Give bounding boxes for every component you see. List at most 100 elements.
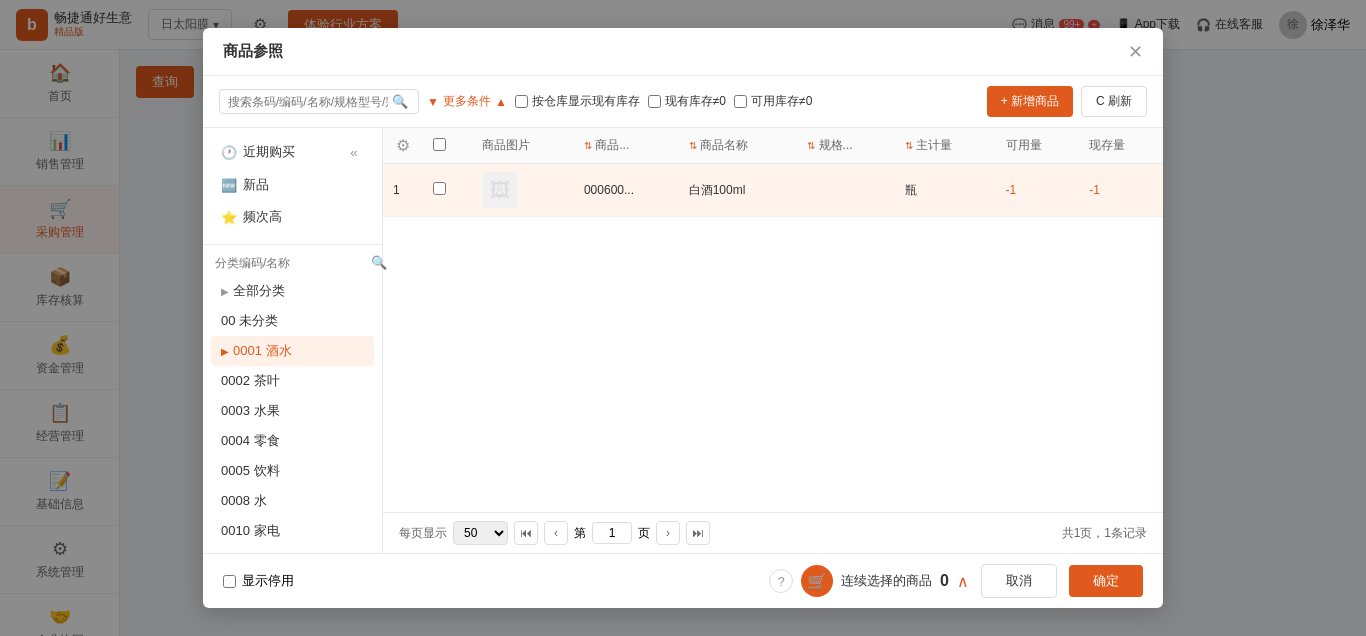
nav-item-frequent[interactable]: ⭐ 频次高 (211, 202, 374, 232)
current-stock-label: 现有库存≠0 (665, 93, 726, 110)
modal-footer: 显示停用 ? 🛒 连续选择的商品 0 ∧ 取消 确定 (203, 553, 1163, 608)
page-label: 第 (574, 525, 586, 542)
right-panel: ⚙ 商品图片 ⇅ 商品... (383, 128, 1163, 553)
page-first-button[interactable]: ⏮ (514, 521, 538, 545)
category-label-0003: 0003 水果 (221, 402, 280, 420)
col-code[interactable]: ⇅ 商品... (574, 128, 679, 164)
new-product-label: 新品 (243, 176, 269, 194)
modal-body: 🕐 近期购买 « 🆕 新品 ⭐ 频次高 🔍 (203, 128, 1163, 553)
confirm-button[interactable]: 确定 (1069, 565, 1143, 597)
available-stock-label: 可用库存≠0 (751, 93, 812, 110)
page-size-label: 每页显示 (399, 525, 447, 542)
category-label-0002: 0002 茶叶 (221, 372, 280, 390)
sort-icon-name: ⇅ (689, 140, 697, 151)
category-item-00[interactable]: 00 未分类 (211, 306, 374, 336)
category-label-0008: 0008 水 (221, 492, 267, 510)
divider (203, 244, 382, 245)
row-image-cell: 🖼 (472, 164, 574, 217)
show-disabled-label: 显示停用 (242, 572, 294, 590)
category-label-0001: 0001 酒水 (233, 342, 292, 360)
table-container[interactable]: ⚙ 商品图片 ⇅ 商品... (383, 128, 1163, 512)
category-label-0005: 0005 饮料 (221, 462, 280, 480)
show-disabled-checkbox-label[interactable]: 显示停用 (223, 572, 294, 590)
add-product-button[interactable]: + 新增商品 (987, 86, 1073, 117)
page-last-button[interactable]: ⏭ (686, 521, 710, 545)
show-disabled-checkbox[interactable] (223, 575, 236, 588)
warehouse-stock-checkbox[interactable] (515, 95, 528, 108)
col-spec[interactable]: ⇅ 规格... (797, 128, 895, 164)
footer-cart: ? 🛒 连续选择的商品 0 ∧ (769, 565, 969, 597)
recent-icon: 🕐 (221, 145, 237, 160)
category-item-0003[interactable]: 0003 水果 (211, 396, 374, 426)
refresh-button[interactable]: C 刷新 (1081, 86, 1147, 117)
modal-toolbar: 🔍 ▼ 更多条件 ▲ 按仓库显示现有库存 现有库存≠0 可用库存≠0 + 新增商… (203, 76, 1163, 128)
nav-item-new[interactable]: 🆕 新品 (211, 170, 374, 200)
page-input[interactable] (592, 522, 632, 544)
product-reference-modal: 商品参照 ✕ 🔍 ▼ 更多条件 ▲ 按仓库显示现有库存 现有库存≠0 (203, 28, 1163, 608)
category-item-0002[interactable]: 0002 茶叶 (211, 366, 374, 396)
page-prev-button[interactable]: ‹ (544, 521, 568, 545)
col-code-label: 商品... (595, 138, 629, 152)
left-panel-nav: 🕐 近期购买 « 🆕 新品 ⭐ 频次高 (203, 136, 382, 232)
category-search-input[interactable] (215, 256, 365, 270)
checkbox-available-stock[interactable]: 可用库存≠0 (734, 93, 812, 110)
category-item-0001[interactable]: ▶ 0001 酒水 (211, 336, 374, 366)
category-label-0010: 0010 家电 (221, 522, 280, 540)
cancel-button[interactable]: 取消 (981, 564, 1057, 598)
page-size-select[interactable]: 50 100 (453, 521, 508, 545)
col-name[interactable]: ⇅ 商品名称 (679, 128, 798, 164)
checkbox-warehouse-stock[interactable]: 按仓库显示现有库存 (515, 93, 640, 110)
category-item-0004[interactable]: 0004 零食 (211, 426, 374, 456)
table-row[interactable]: 1 🖼 000600... 白酒100ml (383, 164, 1163, 217)
category-list: ▶ 全部分类 00 未分类 ▶ 0001 酒水 0002 茶叶 0003 水果 (203, 276, 382, 545)
available-stock-checkbox[interactable] (734, 95, 747, 108)
category-item-all[interactable]: ▶ 全部分类 (211, 276, 374, 306)
row-code: 000600... (574, 164, 679, 217)
category-search-box: 🔍 (203, 249, 382, 276)
row-unit: 瓶 (895, 164, 996, 217)
filter-icon: ▼ (427, 95, 439, 109)
category-label-all: 全部分类 (233, 282, 285, 300)
category-arrow-all: ▶ (221, 286, 229, 297)
help-icon[interactable]: ? (769, 569, 793, 593)
collapse-left-button[interactable]: « (344, 142, 364, 162)
new-product-icon: 🆕 (221, 178, 237, 193)
category-item-0010[interactable]: 0010 家电 (211, 516, 374, 545)
modal-overlay: 商品参照 ✕ 🔍 ▼ 更多条件 ▲ 按仓库显示现有库存 现有库存≠0 (0, 0, 1366, 636)
select-all-checkbox[interactable] (433, 138, 446, 151)
page-next-button[interactable]: › (656, 521, 680, 545)
checkbox-current-stock[interactable]: 现有库存≠0 (648, 93, 726, 110)
category-label-0004: 0004 零食 (221, 432, 280, 450)
filter-chevron-icon: ▲ (495, 95, 507, 109)
col-image: 商品图片 (472, 128, 574, 164)
current-stock-checkbox[interactable] (648, 95, 661, 108)
col-available-label: 可用量 (1006, 138, 1042, 152)
search-input[interactable] (228, 95, 388, 109)
nav-item-recent[interactable]: 🕐 近期购买 « (211, 136, 374, 168)
category-item-0008[interactable]: 0008 水 (211, 486, 374, 516)
row-available: -1 (996, 164, 1080, 217)
row-checkbox[interactable] (433, 182, 446, 195)
collapse-footer-icon[interactable]: ∧ (957, 572, 969, 591)
col-available: 可用量 (996, 128, 1080, 164)
table-settings-icon[interactable]: ⚙ (396, 137, 410, 154)
cart-icon[interactable]: 🛒 (801, 565, 833, 597)
modal-close-button[interactable]: ✕ (1128, 43, 1143, 61)
sort-icon-spec: ⇅ (807, 140, 815, 151)
filter-button[interactable]: ▼ 更多条件 ▲ (427, 93, 507, 110)
row-index: 1 (383, 164, 423, 217)
category-arrow-0001: ▶ (221, 346, 229, 357)
modal-header: 商品参照 ✕ (203, 28, 1163, 76)
category-label-00: 00 未分类 (221, 312, 278, 330)
cart-text: 连续选择的商品 (841, 572, 932, 590)
frequent-label: 频次高 (243, 208, 282, 226)
sort-icon-unit: ⇅ (905, 140, 913, 151)
col-settings: ⚙ (383, 128, 423, 164)
col-unit[interactable]: ⇅ 主计量 (895, 128, 996, 164)
search-icon[interactable]: 🔍 (392, 94, 408, 109)
row-stock: -1 (1079, 164, 1163, 217)
col-stock: 现存量 (1079, 128, 1163, 164)
col-stock-label: 现存量 (1089, 138, 1125, 152)
category-item-0005[interactable]: 0005 饮料 (211, 456, 374, 486)
table-header-row: ⚙ 商品图片 ⇅ 商品... (383, 128, 1163, 164)
